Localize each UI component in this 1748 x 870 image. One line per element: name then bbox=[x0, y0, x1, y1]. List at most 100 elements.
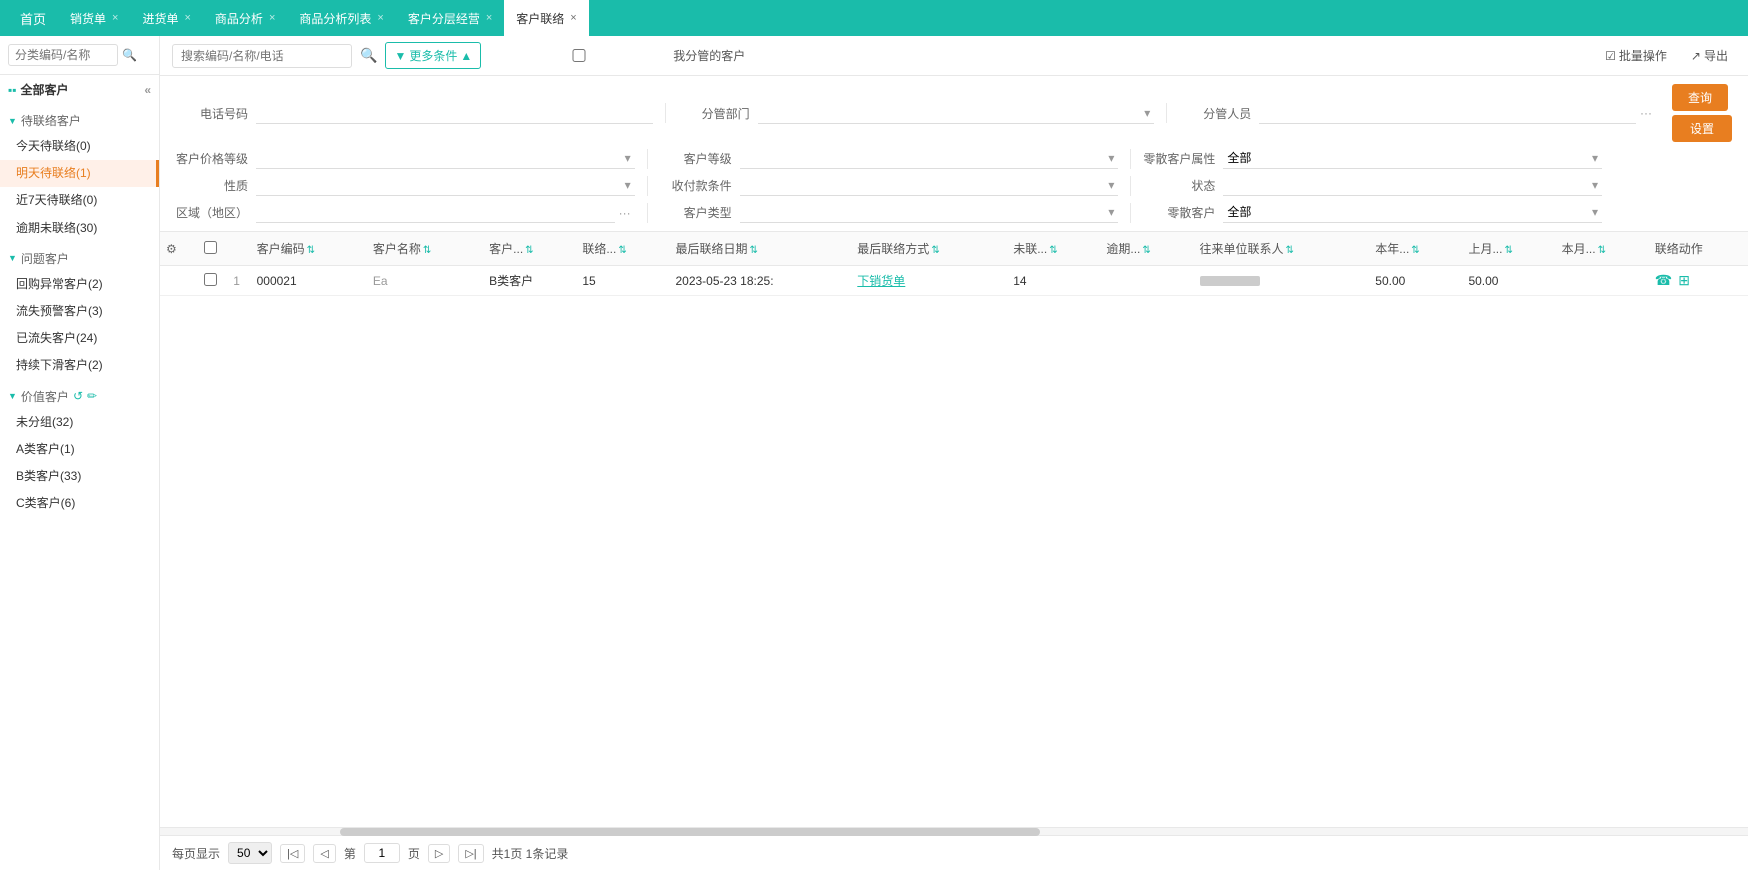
sidebar-item-7days[interactable]: 近7天待联络(0) bbox=[0, 187, 159, 214]
select-all-checkbox[interactable] bbox=[204, 241, 217, 254]
nav-product-list[interactable]: 商品分析列表 × bbox=[287, 0, 395, 36]
td-contact-person bbox=[1194, 266, 1370, 296]
th-gear[interactable]: ⚙ bbox=[160, 232, 198, 266]
my-customer-checkbox[interactable] bbox=[489, 49, 669, 62]
set-button[interactable]: 设置 bbox=[1672, 115, 1732, 142]
sidebar-item-repurchase[interactable]: 回购异常客户(2) bbox=[0, 271, 159, 298]
customer-type-select[interactable] bbox=[740, 202, 1119, 222]
sidebar-item-declining[interactable]: 持续下滑客户(2) bbox=[0, 352, 159, 379]
last-method-link[interactable]: 下销货单 bbox=[857, 274, 905, 288]
th-this-month[interactable]: 本月...⇅ bbox=[1556, 232, 1649, 266]
value-level-select[interactable] bbox=[256, 148, 635, 168]
th-name[interactable]: 客户名称⇅ bbox=[367, 232, 483, 266]
th-last-date[interactable]: 最后联络日期⇅ bbox=[669, 232, 851, 266]
customer-level-select-wrap: ▾ bbox=[740, 148, 1119, 169]
sidebar-item-class-b[interactable]: B类客户(33) bbox=[0, 463, 159, 490]
th-this-year[interactable]: 本年...⇅ bbox=[1369, 232, 1462, 266]
sidebar-item-overdue[interactable]: 逾期未联络(30) bbox=[0, 215, 159, 242]
nav-customer-contact-close[interactable]: × bbox=[570, 12, 576, 24]
page-next-button[interactable]: ▷ bbox=[428, 844, 450, 863]
nature-field: 性质 ▾ bbox=[176, 175, 635, 196]
row-checkbox[interactable] bbox=[204, 273, 217, 286]
retail-customer-field: 零散客户 全部 ▾ bbox=[1143, 202, 1602, 223]
nav-product-analysis-close[interactable]: × bbox=[269, 12, 275, 24]
status-select[interactable] bbox=[1223, 175, 1602, 195]
per-page-select[interactable]: 50 bbox=[228, 842, 272, 864]
th-uncontact[interactable]: 未联...⇅ bbox=[1007, 232, 1100, 266]
sidebar-item-class-c[interactable]: C类客户(6) bbox=[0, 490, 159, 517]
horizontal-scrollbar[interactable] bbox=[160, 827, 1748, 835]
region-label: 区域（地区） bbox=[176, 204, 256, 221]
th-contact-person[interactable]: 往来单位联系人⇅ bbox=[1194, 232, 1370, 266]
status-field: 状态 ▾ bbox=[1143, 175, 1602, 196]
group-value-label[interactable]: ▼ 价值客户 ↺ ✏ bbox=[0, 384, 159, 409]
advanced-filter: 电话号码 分管部门 ▾ 分管人员 ··· bbox=[160, 76, 1748, 232]
action-grid-icon[interactable]: ⊞ bbox=[1678, 272, 1690, 289]
payment-label: 收付款条件 bbox=[660, 177, 740, 194]
retail-attr-select[interactable]: 全部 bbox=[1223, 148, 1602, 168]
region-ellipsis[interactable]: ··· bbox=[615, 206, 635, 220]
top-nav: 首页 销货单 × 进货单 × 商品分析 × 商品分析列表 × 客户分层经营 × … bbox=[0, 0, 1748, 36]
sidebar-item-tomorrow[interactable]: 明天待联络(1) bbox=[0, 160, 159, 187]
dept-select-wrap: ▾ bbox=[758, 103, 1155, 124]
sidebar-item-lost[interactable]: 已流失客户(24) bbox=[0, 325, 159, 352]
nav-purchase-close[interactable]: × bbox=[184, 12, 190, 24]
customer-level-select[interactable] bbox=[740, 148, 1119, 168]
nav-purchase[interactable]: 进货单 × bbox=[130, 0, 202, 36]
retail-attr-field: 零散客户属性 全部 ▾ bbox=[1143, 148, 1602, 169]
my-customer-checkbox-area[interactable]: 我分管的客户 bbox=[489, 47, 745, 64]
sidebar-item-class-a[interactable]: A类客户(1) bbox=[0, 436, 159, 463]
sidebar-item-today[interactable]: 今天待联络(0) bbox=[0, 133, 159, 160]
sidebar-item-ungrouped[interactable]: 未分组(32) bbox=[0, 409, 159, 436]
batch-op-button[interactable]: ☑ 批量操作 bbox=[1597, 43, 1675, 68]
nav-customer-tier[interactable]: 客户分层经营 × bbox=[396, 0, 504, 36]
nav-home[interactable]: 首页 bbox=[8, 0, 58, 36]
dept-select[interactable] bbox=[758, 103, 1155, 123]
sidebar-search-input[interactable] bbox=[8, 44, 118, 66]
person-input[interactable] bbox=[1259, 103, 1636, 124]
page-first-button[interactable]: |◁ bbox=[280, 844, 305, 863]
filter-icon: ▼ bbox=[394, 49, 406, 63]
nav-product-analysis[interactable]: 商品分析 × bbox=[203, 0, 287, 36]
person-ellipsis[interactable]: ··· bbox=[1636, 106, 1656, 120]
query-button[interactable]: 查询 bbox=[1672, 84, 1728, 111]
nav-sales[interactable]: 销货单 × bbox=[58, 0, 130, 36]
group-problem-label[interactable]: ▼ 问题客户 bbox=[0, 246, 159, 271]
td-this-year: 50.00 bbox=[1369, 266, 1462, 296]
nav-customer-tier-close[interactable]: × bbox=[486, 12, 492, 24]
search-input[interactable] bbox=[172, 44, 352, 68]
customer-level-field: 客户等级 ▾ bbox=[660, 148, 1119, 169]
th-last-method[interactable]: 最后联络方式⇅ bbox=[851, 232, 1007, 266]
th-action: 联络动作 bbox=[1649, 232, 1748, 266]
collapse-icon: « bbox=[144, 83, 151, 97]
region-input[interactable] bbox=[256, 202, 615, 223]
export-button[interactable]: ↗ 导出 bbox=[1683, 43, 1736, 68]
page-input[interactable] bbox=[364, 843, 400, 863]
action-phone-icon[interactable]: ☎ bbox=[1655, 272, 1672, 289]
scrollbar-thumb[interactable] bbox=[340, 828, 1040, 836]
nature-select[interactable] bbox=[256, 175, 635, 195]
more-filter-button[interactable]: ▼ 更多条件 ▲ bbox=[385, 42, 481, 69]
sidebar-item-lostwarning[interactable]: 流失预警客户(3) bbox=[0, 298, 159, 325]
th-type[interactable]: 客户...⇅ bbox=[483, 232, 576, 266]
phone-input[interactable] bbox=[256, 103, 653, 124]
payment-select[interactable] bbox=[740, 175, 1119, 195]
search-button[interactable]: 🔍 bbox=[360, 47, 377, 64]
th-overdue[interactable]: 逾期...⇅ bbox=[1100, 232, 1193, 266]
th-last-month[interactable]: 上月...⇅ bbox=[1462, 232, 1555, 266]
table-row: 1 000021 Ea B类客户 15 2023-05-23 18:25: 下销… bbox=[160, 266, 1748, 296]
person-field: 分管人员 ··· bbox=[1179, 103, 1656, 124]
retail-customer-select[interactable]: 全部 bbox=[1223, 202, 1602, 222]
th-contact[interactable]: 联络...⇅ bbox=[576, 232, 669, 266]
all-customers-header[interactable]: ▪▪ 全部客户 « bbox=[0, 75, 159, 104]
nav-sales-close[interactable]: × bbox=[112, 12, 118, 24]
status-label: 状态 bbox=[1143, 177, 1223, 194]
sidebar-search-area: 🔍 bbox=[0, 36, 159, 75]
group-pending-label[interactable]: ▼ 待联络客户 bbox=[0, 108, 159, 133]
nav-customer-contact[interactable]: 客户联络 × bbox=[504, 0, 588, 36]
page-last-button[interactable]: ▷| bbox=[458, 844, 483, 863]
th-code[interactable]: 客户编码⇅ bbox=[251, 232, 367, 266]
nav-product-list-close[interactable]: × bbox=[377, 12, 383, 24]
page-prev-button[interactable]: ◁ bbox=[313, 844, 335, 863]
sidebar-search-icon[interactable]: 🔍 bbox=[122, 48, 137, 62]
